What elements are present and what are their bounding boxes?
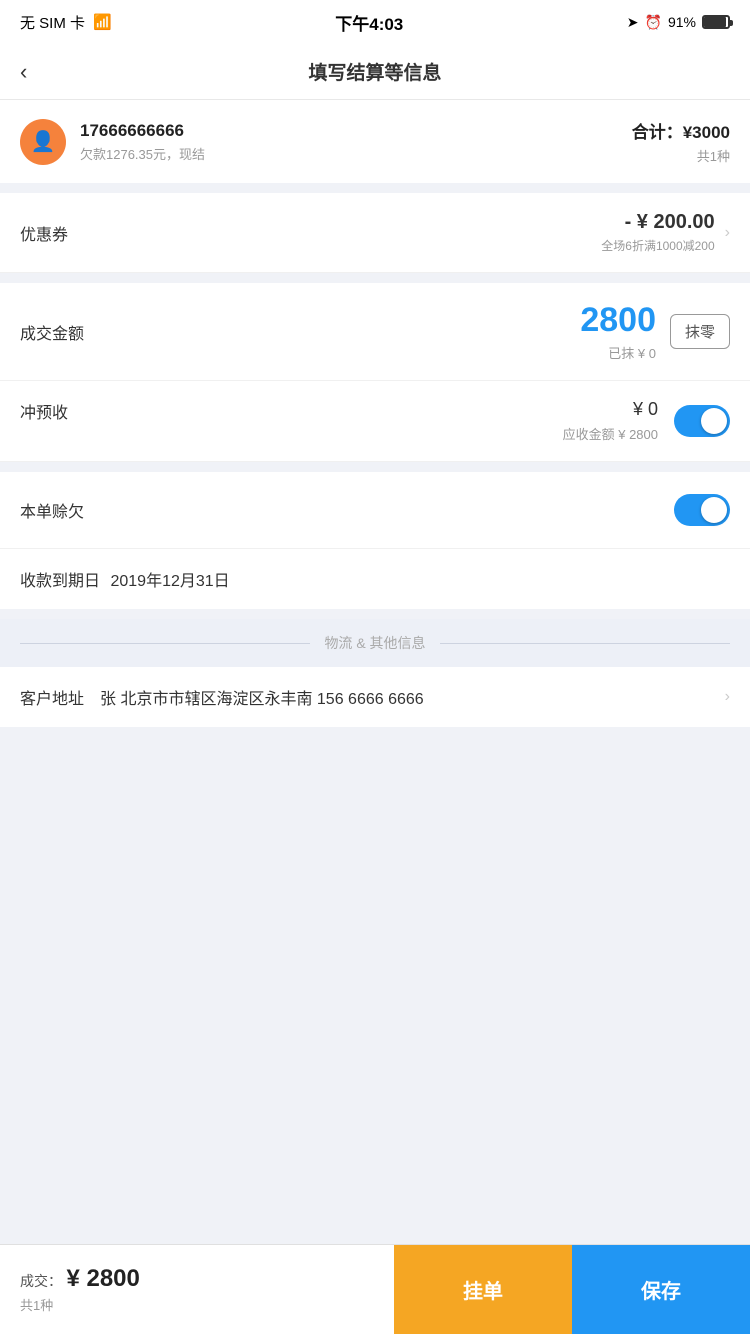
deal-amount-sub: 已抹 ¥ 0 bbox=[580, 343, 656, 362]
battery-bar bbox=[702, 15, 730, 29]
separator-2 bbox=[0, 273, 750, 283]
bottom-deal-amount: ¥ 2800 bbox=[66, 1265, 139, 1292]
coupon-info: - ¥ 200.00 全场6折满1000减200 bbox=[601, 211, 714, 254]
status-right: ➤ ⏰ 91% bbox=[627, 14, 730, 31]
prepay-toggle[interactable] bbox=[674, 405, 730, 437]
battery-percent: 91% bbox=[668, 14, 696, 30]
coupon-desc: 全场6折满1000减200 bbox=[601, 237, 714, 254]
prepay-right: ¥ 0 应收金额 ¥ 2800 bbox=[563, 399, 730, 443]
gray-background bbox=[0, 727, 750, 927]
bottom-deal-line: 成交： ¥ 2800 bbox=[20, 1265, 374, 1293]
round-zero-button[interactable]: 抹零 bbox=[670, 314, 730, 349]
avatar: 👤 bbox=[20, 119, 66, 165]
coupon-chevron-icon: › bbox=[725, 224, 730, 242]
coupon-amount: - ¥ 200.00 bbox=[601, 211, 714, 234]
avatar-icon: 👤 bbox=[31, 129, 56, 154]
section-divider-text: 物流 & 其他信息 bbox=[324, 633, 425, 653]
debt-toggle[interactable] bbox=[674, 494, 730, 526]
nav-title: 填写结算等信息 bbox=[308, 58, 441, 85]
alarm-icon: ⏰ bbox=[645, 14, 662, 31]
debt-row: 本单赊欠 bbox=[0, 472, 750, 548]
nav-bar: ‹ 填写结算等信息 bbox=[0, 44, 750, 100]
customer-left: 👤 17666666666 欠款1276.35元，现结 bbox=[20, 119, 205, 165]
status-time: 下午4:03 bbox=[335, 10, 403, 35]
coupon-right: - ¥ 200.00 全场6折满1000减200 › bbox=[601, 211, 730, 254]
coupon-label: 优惠券 bbox=[20, 221, 68, 245]
customer-info: 17666666666 欠款1276.35元，现结 bbox=[80, 121, 205, 163]
back-button[interactable]: ‹ bbox=[12, 51, 35, 93]
address-value: 张 北京市市辖区海淀区永丰南 156 6666 6666 bbox=[100, 685, 725, 709]
due-date-row: 收款到期日 2019年12月31日 bbox=[0, 548, 750, 609]
deal-amount-row: 成交金额 2800 已抹 ¥ 0 抹零 bbox=[0, 283, 750, 381]
wifi-icon: 📶 bbox=[93, 13, 112, 31]
bottom-count: 共1种 bbox=[20, 1295, 374, 1314]
separator-1 bbox=[0, 183, 750, 193]
deal-right: 2800 已抹 ¥ 0 抹零 bbox=[580, 301, 730, 362]
separator-3 bbox=[0, 462, 750, 472]
no-sim-text: 无 SIM 卡 bbox=[20, 12, 85, 33]
section-divider: 物流 & 其他信息 bbox=[0, 619, 750, 667]
prepay-row: 冲预收 ¥ 0 应收金额 ¥ 2800 bbox=[0, 381, 750, 462]
customer-phone: 17666666666 bbox=[80, 121, 205, 141]
customer-card: 👤 17666666666 欠款1276.35元，现结 合计：¥3000 共1种 bbox=[0, 100, 750, 183]
location-icon: ➤ bbox=[627, 14, 639, 31]
battery-fill bbox=[704, 17, 726, 27]
hang-button-label: 挂单 bbox=[463, 1275, 503, 1304]
bottom-deal-label: 成交： bbox=[20, 1273, 62, 1289]
prepay-sub: 应收金额 ¥ 2800 bbox=[563, 424, 658, 443]
customer-sub: 欠款1276.35元，现结 bbox=[80, 144, 205, 163]
address-row[interactable]: 客户地址 张 北京市市辖区海淀区永丰南 156 6666 6666 › bbox=[0, 667, 750, 727]
bottom-bar: 成交： ¥ 2800 共1种 挂单 保存 bbox=[0, 1244, 750, 1334]
deal-amount-number: 2800 bbox=[580, 301, 656, 340]
hang-button[interactable]: 挂单 bbox=[394, 1245, 572, 1334]
prepay-amount: ¥ 0 bbox=[563, 399, 658, 420]
content: 👤 17666666666 欠款1276.35元，现结 合计：¥3000 共1种… bbox=[0, 100, 750, 1017]
address-chevron-icon: › bbox=[725, 688, 730, 706]
customer-right: 合计：¥3000 共1种 bbox=[632, 118, 730, 165]
status-left: 无 SIM 卡 📶 bbox=[20, 12, 112, 33]
due-date-label: 收款到期日 bbox=[20, 573, 100, 590]
save-button[interactable]: 保存 bbox=[572, 1245, 750, 1334]
customer-total: 合计：¥3000 bbox=[632, 118, 730, 143]
prepay-amounts: ¥ 0 应收金额 ¥ 2800 bbox=[563, 399, 658, 443]
save-button-label: 保存 bbox=[641, 1275, 681, 1304]
deal-amount-info: 2800 已抹 ¥ 0 bbox=[580, 301, 656, 362]
due-date-value: 2019年12月31日 bbox=[110, 573, 229, 590]
divider-line-right bbox=[440, 643, 730, 644]
prepay-label: 冲预收 bbox=[20, 399, 68, 423]
customer-count: 共1种 bbox=[632, 146, 730, 165]
address-label: 客户地址 bbox=[20, 685, 84, 709]
status-bar: 无 SIM 卡 📶 下午4:03 ➤ ⏰ 91% bbox=[0, 0, 750, 44]
divider-line-left bbox=[20, 643, 310, 644]
deal-amount-label: 成交金额 bbox=[20, 320, 84, 344]
bottom-info: 成交： ¥ 2800 共1种 bbox=[0, 1245, 394, 1334]
coupon-row[interactable]: 优惠券 - ¥ 200.00 全场6折满1000减200 › bbox=[0, 193, 750, 273]
debt-label: 本单赊欠 bbox=[20, 498, 84, 522]
separator-4 bbox=[0, 609, 750, 619]
